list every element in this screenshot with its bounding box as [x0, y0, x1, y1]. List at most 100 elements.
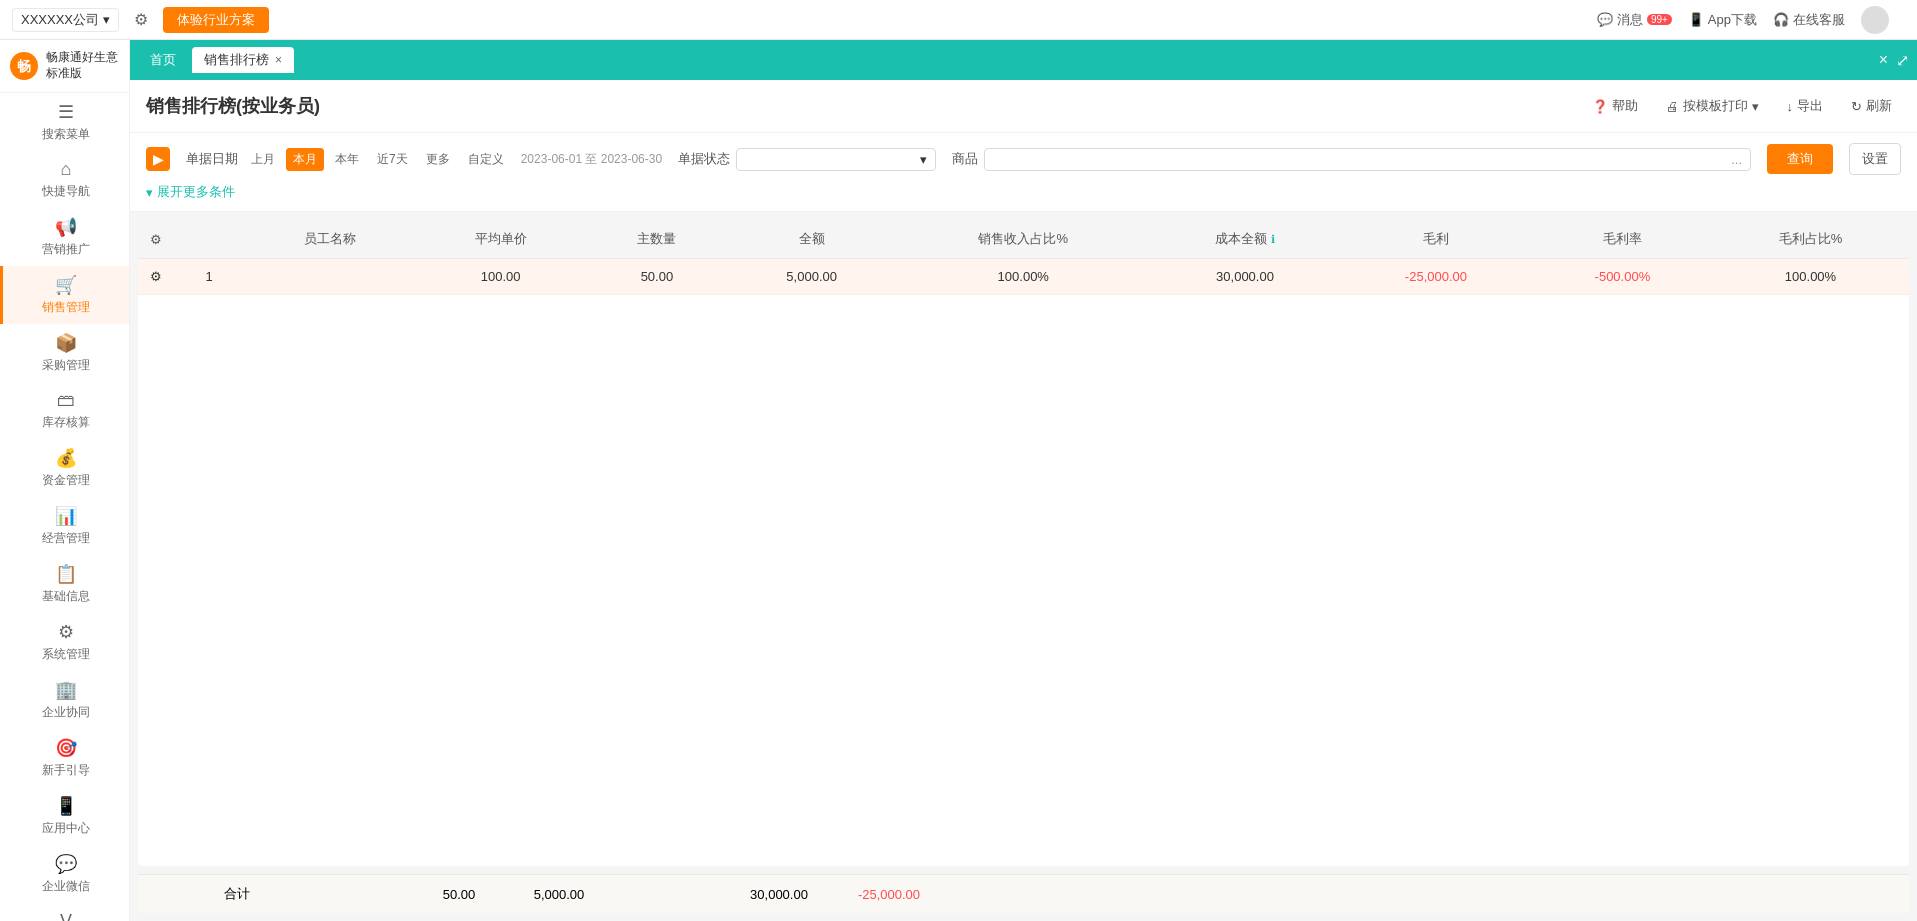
date-btn-current-year[interactable]: 本年: [328, 148, 366, 171]
refresh-label: 刷新: [1866, 97, 1892, 115]
filter-row: ▶ 单据日期 上月 本月 本年 近7天 更多 自定义 2023-06-01 至 …: [146, 143, 1901, 175]
home-icon: ⌂: [61, 159, 72, 180]
logo-text: 畅康通好生意 标准版: [46, 50, 118, 81]
sidebar-item-label: 快捷导航: [42, 183, 90, 200]
date-btn-7days[interactable]: 近7天: [370, 148, 415, 171]
col-profit: 毛利: [1339, 220, 1533, 259]
cell-sales-pct: 100.00%: [896, 259, 1151, 295]
query-button[interactable]: 查询: [1767, 144, 1833, 174]
help-label: 帮助: [1612, 97, 1638, 115]
sidebar-item-sales[interactable]: 🛒 销售管理: [0, 266, 129, 324]
sidebar-item-label: 销售管理: [42, 299, 90, 316]
footer-quantity: 50.00: [414, 887, 504, 902]
date-btn-custom[interactable]: 自定义: [461, 148, 511, 171]
company-selector[interactable]: XXXXXX公司 ▾: [12, 8, 119, 32]
print-chevron-icon: ▾: [1752, 99, 1759, 114]
chevron-down-icon: ▾: [146, 185, 153, 200]
sidebar-item-marketing[interactable]: 📢 营销推广: [0, 208, 129, 266]
goods-input[interactable]: ...: [984, 148, 1751, 171]
filter-toggle-icon[interactable]: ▶: [146, 147, 170, 171]
goods-more-icon: ...: [1731, 152, 1742, 167]
date-btn-prev-month[interactable]: 上月: [244, 148, 282, 171]
sidebar-item-inventory[interactable]: 🗃 库存核算: [0, 382, 129, 439]
logo-line1: 畅康通好生意: [46, 50, 118, 66]
member-icon: V: [60, 911, 72, 921]
date-btn-more[interactable]: 更多: [419, 148, 457, 171]
expand-icon[interactable]: ⤢: [1896, 51, 1909, 70]
tab-home[interactable]: 首页: [138, 47, 188, 73]
help-button[interactable]: ❓ 帮助: [1583, 92, 1647, 120]
settings-icon[interactable]: ⚙: [127, 6, 155, 34]
col-settings[interactable]: ⚙: [138, 220, 174, 259]
cell-profit-pct: 100.00%: [1712, 259, 1909, 295]
finance-icon: 💰: [55, 447, 77, 469]
table-row: ⚙ 1 100.00 50.00 5,000.00 100.00% 30,000…: [138, 259, 1909, 295]
minimize-icon[interactable]: ×: [1879, 51, 1888, 69]
message-button[interactable]: 💬 消息 99+: [1597, 11, 1672, 29]
export-button[interactable]: ↓ 导出: [1778, 92, 1833, 120]
sidebar-logo: 畅 畅康通好生意 标准版: [0, 40, 129, 93]
print-label: 按模板打印: [1683, 97, 1748, 115]
cell-quantity: 50.00: [586, 259, 728, 295]
table-header: ⚙ 员工名称 平均单价 主数量 全额 销售收入占比% 成本全额 ℹ 毛利 毛利率…: [138, 220, 1909, 259]
sidebar-item-label: 库存核算: [42, 414, 90, 431]
data-table: ⚙ 员工名称 平均单价 主数量 全额 销售收入占比% 成本全额 ℹ 毛利 毛利率…: [138, 220, 1909, 295]
refresh-button[interactable]: ↻ 刷新: [1842, 92, 1901, 120]
page-title: 销售排行榜(按业务员): [146, 94, 320, 118]
expand-conditions-button[interactable]: ▾ 展开更多条件: [146, 183, 1901, 201]
sidebar-item-operations[interactable]: 📊 经营管理: [0, 497, 129, 555]
sidebar-item-member[interactable]: V 畅会员: [0, 903, 129, 921]
sidebar-item-basic-info[interactable]: 📋 基础信息: [0, 555, 129, 613]
avatar[interactable]: [1861, 6, 1889, 34]
tab-sales-ranking[interactable]: 销售排行榜 ×: [192, 47, 294, 73]
tab-close-icon[interactable]: ×: [275, 53, 282, 67]
table-wrapper: ⚙ 员工名称 平均单价 主数量 全额 销售收入占比% 成本全额 ℹ 毛利 毛利率…: [138, 220, 1909, 866]
status-filter: 单据状态 ▾: [678, 148, 936, 171]
sidebar-item-label: 营销推广: [42, 241, 90, 258]
sidebar-item-wechat[interactable]: 💬 企业微信: [0, 845, 129, 903]
cell-settings[interactable]: ⚙: [138, 259, 174, 295]
sidebar-item-quick-nav[interactable]: ⌂ 快捷导航: [0, 151, 129, 208]
expand-label: 展开更多条件: [157, 183, 235, 201]
sidebar-item-label: 应用中心: [42, 820, 90, 837]
footer-label: 合计: [224, 885, 324, 903]
main-layout: 畅 畅康通好生意 标准版 ☰ 搜索菜单 ⌂ 快捷导航 📢 营销推广 🛒 销售管理…: [0, 40, 1917, 921]
cost-info-icon[interactable]: ℹ: [1271, 233, 1275, 245]
operations-icon: 📊: [55, 505, 77, 527]
sidebar-item-app-center[interactable]: 📱 应用中心: [0, 787, 129, 845]
sidebar-item-label: 新手引导: [42, 762, 90, 779]
sidebar-item-purchase[interactable]: 📦 采购管理: [0, 324, 129, 382]
sidebar-item-system[interactable]: ⚙ 系统管理: [0, 613, 129, 671]
sidebar-item-label: 基础信息: [42, 588, 90, 605]
date-range: 2023-06-01 至 2023-06-30: [521, 151, 662, 168]
company-name: XXXXXX公司: [21, 11, 99, 29]
date-btn-current-month[interactable]: 本月: [286, 148, 324, 171]
date-label: 单据日期: [186, 150, 238, 168]
print-button[interactable]: 🖨 按模板打印 ▾: [1657, 92, 1768, 120]
trial-button[interactable]: 体验行业方案: [163, 7, 269, 33]
sidebar-item-label: 采购管理: [42, 357, 90, 374]
sidebar-item-guide[interactable]: 🎯 新手引导: [0, 729, 129, 787]
service-label: 在线客服: [1793, 11, 1845, 29]
app-label: App下载: [1708, 11, 1757, 29]
online-service-button[interactable]: 🎧 在线客服: [1773, 11, 1845, 29]
cell-cost: 30,000.00: [1151, 259, 1339, 295]
cell-name: [244, 259, 415, 295]
cell-avg-price: 100.00: [415, 259, 586, 295]
print-icon: 🖨: [1666, 99, 1679, 114]
app-download-button[interactable]: 📱 App下载: [1688, 11, 1757, 29]
filter-area: ▶ 单据日期 上月 本月 本年 近7天 更多 自定义 2023-06-01 至 …: [130, 133, 1917, 212]
tab-bar: 首页 销售排行榜 × × ⤢: [130, 40, 1917, 80]
guide-icon: 🎯: [55, 737, 77, 759]
sidebar-item-finance[interactable]: 💰 资金管理: [0, 439, 129, 497]
settings-button[interactable]: 设置: [1849, 143, 1901, 175]
sidebar-item-label: 资金管理: [42, 472, 90, 489]
page-content: 销售排行榜(按业务员) ❓ 帮助 🖨 按模板打印 ▾ ↓ 导出: [130, 80, 1917, 921]
header-actions: ❓ 帮助 🖨 按模板打印 ▾ ↓ 导出 ↻ 刷新: [1583, 92, 1902, 120]
top-bar-right: 💬 消息 99+ 📱 App下载 🎧 在线客服: [1597, 6, 1905, 34]
sidebar-item-search[interactable]: ☰ 搜索菜单: [0, 93, 129, 151]
status-select[interactable]: ▾: [736, 148, 936, 171]
footer-profit: -25,000.00: [834, 887, 944, 902]
message-badge: 99+: [1647, 14, 1672, 25]
sidebar-item-enterprise[interactable]: 🏢 企业协同: [0, 671, 129, 729]
